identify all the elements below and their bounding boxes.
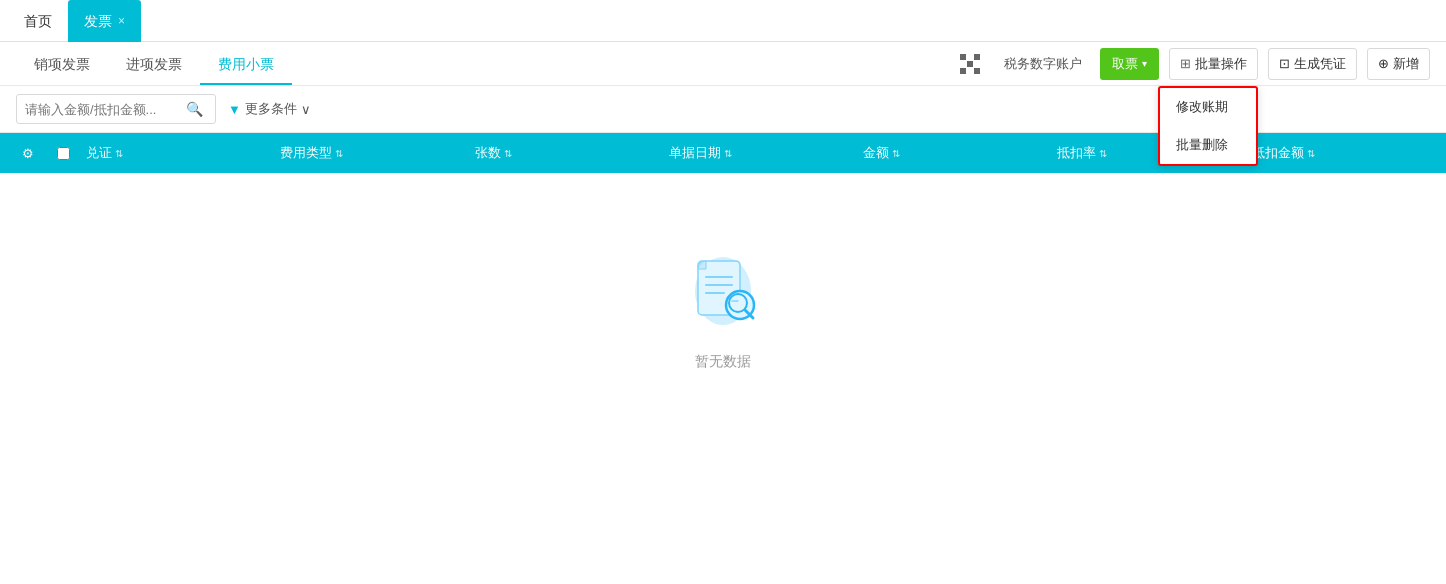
tab-label: 发票 xyxy=(84,0,112,42)
sub-nav-left: 销项发票 进项发票 费用小票 xyxy=(16,42,292,85)
search-input[interactable] xyxy=(25,102,180,117)
gen-voucher-icon: ⊡ xyxy=(1279,56,1290,71)
search-icon[interactable]: 🔍 xyxy=(186,101,203,117)
filter-icon: ▼ xyxy=(228,102,241,117)
th-deduction-amount: 抵扣金额 ⇅ xyxy=(1244,144,1438,162)
tax-account-button[interactable]: 税务数字账户 xyxy=(996,55,1090,73)
batch-op-button[interactable]: ⊞ 批量操作 xyxy=(1169,48,1258,80)
invoice-tab[interactable]: 发票 × xyxy=(68,0,141,42)
take-ticket-arrow-icon: ▾ xyxy=(1142,58,1147,69)
tab-expense-receipt[interactable]: 费用小票 xyxy=(200,42,292,85)
tab-input-invoice[interactable]: 进项发票 xyxy=(108,42,200,85)
sub-nav: 销项发票 进项发票 费用小票 税务数字账户 取票 ▾ xyxy=(0,42,1446,86)
gear-icon: ⚙ xyxy=(22,146,34,161)
sort-icon-voucher: ⇅ xyxy=(115,148,123,159)
select-all-checkbox[interactable] xyxy=(57,147,70,160)
th-expense-type: 费用类型 ⇅ xyxy=(272,144,466,162)
empty-state: 暂无数据 xyxy=(0,173,1446,431)
dropdown-item-batch-delete[interactable]: 批量删除 xyxy=(1160,126,1256,164)
top-bar: 首页 发票 × xyxy=(0,0,1446,42)
sort-icon-rate: ⇅ xyxy=(1099,148,1107,159)
sort-icon-date: ⇅ xyxy=(724,148,732,159)
empty-text: 暂无数据 xyxy=(695,353,751,371)
th-voucher: 兑证 ⇅ xyxy=(78,144,272,162)
qr-code-button[interactable] xyxy=(954,48,986,80)
search-box: 🔍 xyxy=(16,94,216,124)
batch-icon: ⊞ xyxy=(1180,56,1191,71)
main-content: 销项发票 进项发票 费用小票 税务数字账户 取票 ▾ xyxy=(0,42,1446,584)
th-checkbox[interactable] xyxy=(48,147,78,160)
gen-voucher-button[interactable]: ⊡ 生成凭证 xyxy=(1268,48,1357,80)
dropdown-item-modify-period[interactable]: 修改账期 xyxy=(1160,88,1256,126)
sort-icon-deduction: ⇅ xyxy=(1307,148,1315,159)
take-ticket-button[interactable]: 取票 ▾ xyxy=(1100,48,1159,80)
th-amount: 金额 ⇅ xyxy=(855,144,1049,162)
sub-nav-right: 税务数字账户 取票 ▾ ⊞ 批量操作 修改账期 批量删除 ⊡ 生成凭证 xyxy=(954,48,1430,80)
add-button[interactable]: ⊕ 新增 xyxy=(1367,48,1430,80)
home-tab[interactable]: 首页 xyxy=(12,0,64,42)
filter-button[interactable]: ▼ 更多条件 ∨ xyxy=(228,100,311,118)
filter-arrow-icon: ∨ xyxy=(301,102,311,117)
sort-icon-amount: ⇅ xyxy=(892,148,900,159)
batch-op-container: ⊞ 批量操作 修改账期 批量删除 xyxy=(1169,48,1258,80)
sort-icon-count: ⇅ xyxy=(504,148,512,159)
sort-icon-expense: ⇅ xyxy=(335,148,343,159)
add-icon: ⊕ xyxy=(1378,56,1389,71)
content-area: 暂无数据 xyxy=(0,173,1446,584)
th-date: 单据日期 ⇅ xyxy=(661,144,855,162)
th-settings[interactable]: ⚙ xyxy=(8,146,48,161)
th-count: 张数 ⇅ xyxy=(467,144,661,162)
tab-sales-invoice[interactable]: 销项发票 xyxy=(16,42,108,85)
empty-illustration xyxy=(668,233,778,343)
batch-op-dropdown: 修改账期 批量删除 xyxy=(1158,86,1258,166)
tab-close-icon[interactable]: × xyxy=(118,0,125,42)
qr-icon xyxy=(960,54,980,74)
